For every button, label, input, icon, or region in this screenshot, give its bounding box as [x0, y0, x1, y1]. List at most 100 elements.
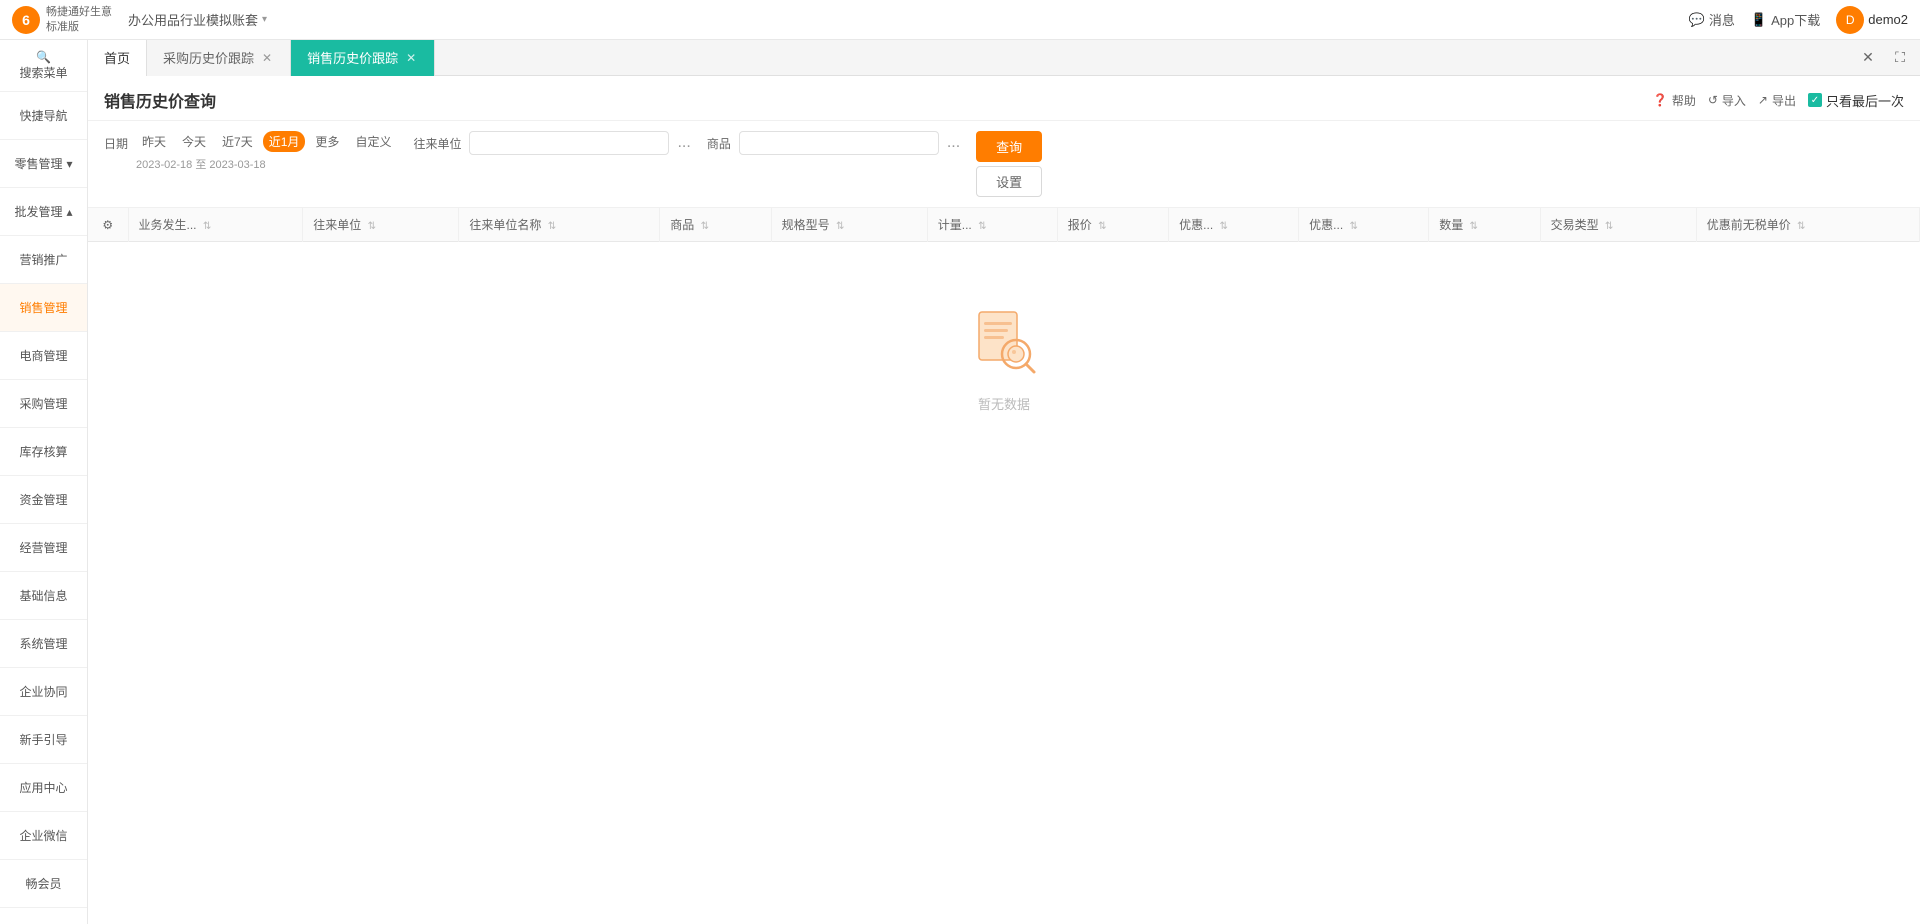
filter-bar: 日期 昨天 今天 近7天 近1月 更多 自定义 2023-02-18 至 202… — [88, 121, 1920, 208]
sidebar-item-ecom-mgmt[interactable]: 电商管理 — [0, 332, 87, 380]
page-header: 销售历史价查询 ❓ 帮助 ↺ 导入 ↗ 导出 ✓ — [88, 76, 1920, 121]
column-quantity[interactable]: 数量 ⇅ — [1429, 208, 1540, 242]
sidebar-item-system-mgmt[interactable]: 系统管理 — [0, 620, 87, 668]
import-button[interactable]: ↺ 导入 — [1708, 92, 1746, 109]
sidebar-item-wholesale-mgmt[interactable]: 批发管理 ▴ — [0, 188, 87, 236]
app-download-button[interactable]: 📱 App下载 — [1751, 10, 1820, 29]
tab-bar: 首页 采购历史价跟踪 ✕ 销售历史价跟踪 ✕ ✕ ⛶ — [88, 40, 1920, 76]
column-partner-name[interactable]: 往来单位名称 ⇅ — [459, 208, 660, 242]
logo-icon: 6 — [12, 6, 40, 34]
tab-sales-history[interactable]: 销售历史价跟踪 ✕ — [291, 40, 435, 76]
sidebar-item-app-center[interactable]: 应用中心 — [0, 764, 87, 812]
column-trade-type[interactable]: 交易类型 ⇅ — [1540, 208, 1696, 242]
page-header-actions: ❓ 帮助 ↺ 导入 ↗ 导出 ✓ 只看最后一次 — [1653, 91, 1904, 110]
sidebar-item-finance-mgmt[interactable]: 资金管理 — [0, 476, 87, 524]
sort-icon: ⇅ — [1470, 221, 1478, 232]
message-icon: 💬 — [1689, 12, 1705, 28]
chevron-icon: ▴ — [66, 205, 72, 219]
avatar: D — [1836, 6, 1864, 34]
header-right: 💬 消息 📱 App下载 D demo2 — [1689, 6, 1908, 34]
sidebar-item-enterprise-wechat[interactable]: 企业微信 — [0, 812, 87, 860]
table-header-row: ⚙ 业务发生... ⇅ 往来单位 ⇅ 往来单位名称 ⇅ — [88, 208, 1920, 242]
export-button[interactable]: ↗ 导出 — [1758, 92, 1796, 109]
sidebar-item-purchase-mgmt[interactable]: 采购管理 — [0, 380, 87, 428]
tab-maximize-button[interactable]: ⛶ — [1888, 46, 1912, 70]
column-product[interactable]: 商品 ⇅ — [660, 208, 771, 242]
sort-icon: ⇅ — [1098, 221, 1106, 232]
product-input[interactable] — [739, 131, 939, 155]
column-unit[interactable]: 计量... ⇅ — [927, 208, 1057, 242]
sort-icon: ⇅ — [368, 221, 376, 232]
sidebar-item-enterprise-collab[interactable]: 企业协同 — [0, 668, 87, 716]
column-biz-date[interactable]: 业务发生... ⇅ — [128, 208, 303, 242]
gear-icon[interactable]: ⚙ — [102, 218, 113, 232]
chevron-down-icon: ▾ — [262, 14, 267, 25]
product-input-group: ... — [739, 131, 960, 155]
logo-text: 畅捷通好生意 标准版 — [46, 5, 112, 34]
app-selector-label: 办公用品行业模拟账套 — [128, 10, 258, 29]
date-option-last1month[interactable]: 近1月 — [263, 131, 306, 152]
date-option-custom[interactable]: 自定义 — [349, 131, 397, 152]
date-label: 日期 — [104, 131, 128, 152]
user-name: demo2 — [1868, 12, 1908, 27]
tab-close-sales[interactable]: ✕ — [404, 51, 418, 65]
app-selector[interactable]: 办公用品行业模拟账套 ▾ — [120, 6, 275, 33]
product-dots-button[interactable]: ... — [947, 134, 960, 152]
column-spec[interactable]: 规格型号 ⇅ — [771, 208, 927, 242]
tab-purchase-history[interactable]: 采购历史价跟踪 ✕ — [147, 40, 291, 76]
tab-home[interactable]: 首页 — [88, 40, 147, 76]
sidebar-item-search-menu[interactable]: 🔍 搜索菜单 — [0, 40, 87, 92]
partner-dots-button[interactable]: ... — [677, 134, 690, 152]
sidebar-item-biz-mgmt[interactable]: 经营管理 — [0, 524, 87, 572]
column-settings[interactable]: ⚙ — [88, 208, 128, 242]
partner-input[interactable] — [469, 131, 669, 155]
sidebar-item-new-guide[interactable]: 新手引导 — [0, 716, 87, 764]
partner-filter-group: 往来单位 ... — [413, 131, 690, 155]
product-label: 商品 — [707, 131, 731, 152]
sort-icon: ⇅ — [701, 221, 709, 232]
settings-button[interactable]: 设置 — [976, 166, 1042, 197]
sidebar: 🔍 搜索菜单 快捷导航 零售管理 ▾ 批发管理 ▴ 营销推广 销售管理 电商管理… — [0, 40, 88, 924]
sidebar-item-basic-info[interactable]: 基础信息 — [0, 572, 87, 620]
sort-icon: ⇅ — [836, 221, 844, 232]
query-button[interactable]: 查询 — [976, 131, 1042, 162]
tab-close-purchase[interactable]: ✕ — [260, 51, 274, 65]
logo-area: 6 畅捷通好生意 标准版 — [12, 5, 112, 34]
sidebar-item-member[interactable]: 畅会员 — [0, 860, 87, 908]
message-button[interactable]: 💬 消息 — [1689, 10, 1735, 29]
column-discount2[interactable]: 优惠... ⇅ — [1299, 208, 1429, 242]
top-header: 6 畅捷通好生意 标准版 办公用品行业模拟账套 ▾ 💬 消息 📱 App下载 D… — [0, 0, 1920, 40]
sidebar-item-retail-mgmt[interactable]: 零售管理 ▾ — [0, 140, 87, 188]
table-container: ⚙ 业务发生... ⇅ 往来单位 ⇅ 往来单位名称 ⇅ — [88, 208, 1920, 924]
data-table: ⚙ 业务发生... ⇅ 往来单位 ⇅ 往来单位名称 ⇅ — [88, 208, 1920, 242]
column-pre-tax-price[interactable]: 优惠前无税单价 ⇅ — [1696, 208, 1919, 242]
date-option-yesterday[interactable]: 昨天 — [136, 131, 172, 152]
sidebar-item-marketing[interactable]: 营销推广 — [0, 236, 87, 284]
date-option-more[interactable]: 更多 — [309, 131, 345, 152]
sidebar-item-sales-mgmt[interactable]: 销售管理 — [0, 284, 87, 332]
column-price[interactable]: 报价 ⇅ — [1057, 208, 1168, 242]
tab-close-all-button[interactable]: ✕ — [1856, 46, 1880, 70]
date-option-last7days[interactable]: 近7天 — [216, 131, 259, 152]
tab-bar-actions: ✕ ⛶ — [1856, 46, 1920, 70]
empty-state: 暂无数据 — [88, 242, 1920, 473]
last-only-area[interactable]: ✓ 只看最后一次 — [1808, 91, 1904, 110]
empty-icon — [964, 302, 1044, 382]
user-area[interactable]: D demo2 — [1836, 6, 1908, 34]
sidebar-item-inventory[interactable]: 库存核算 — [0, 428, 87, 476]
sort-icon: ⇅ — [978, 221, 986, 232]
content-area: 首页 采购历史价跟踪 ✕ 销售历史价跟踪 ✕ ✕ ⛶ 销售历史价查询 — [88, 40, 1920, 924]
sidebar-label: 🔍 — [36, 50, 51, 64]
sort-icon: ⇅ — [1797, 221, 1805, 232]
date-options: 昨天 今天 近7天 近1月 更多 自定义 — [136, 131, 397, 152]
partner-label: 往来单位 — [413, 131, 461, 152]
chevron-icon: ▾ — [66, 157, 72, 171]
date-option-today[interactable]: 今天 — [176, 131, 212, 152]
help-button[interactable]: ❓ 帮助 — [1653, 92, 1696, 109]
sidebar-item-quick-nav[interactable]: 快捷导航 — [0, 92, 87, 140]
sort-icon: ⇅ — [1350, 221, 1358, 232]
last-only-checkbox[interactable]: ✓ — [1808, 93, 1822, 107]
column-partner-code[interactable]: 往来单位 ⇅ — [303, 208, 459, 242]
column-discount1[interactable]: 优惠... ⇅ — [1169, 208, 1299, 242]
download-icon: 📱 — [1751, 12, 1767, 28]
